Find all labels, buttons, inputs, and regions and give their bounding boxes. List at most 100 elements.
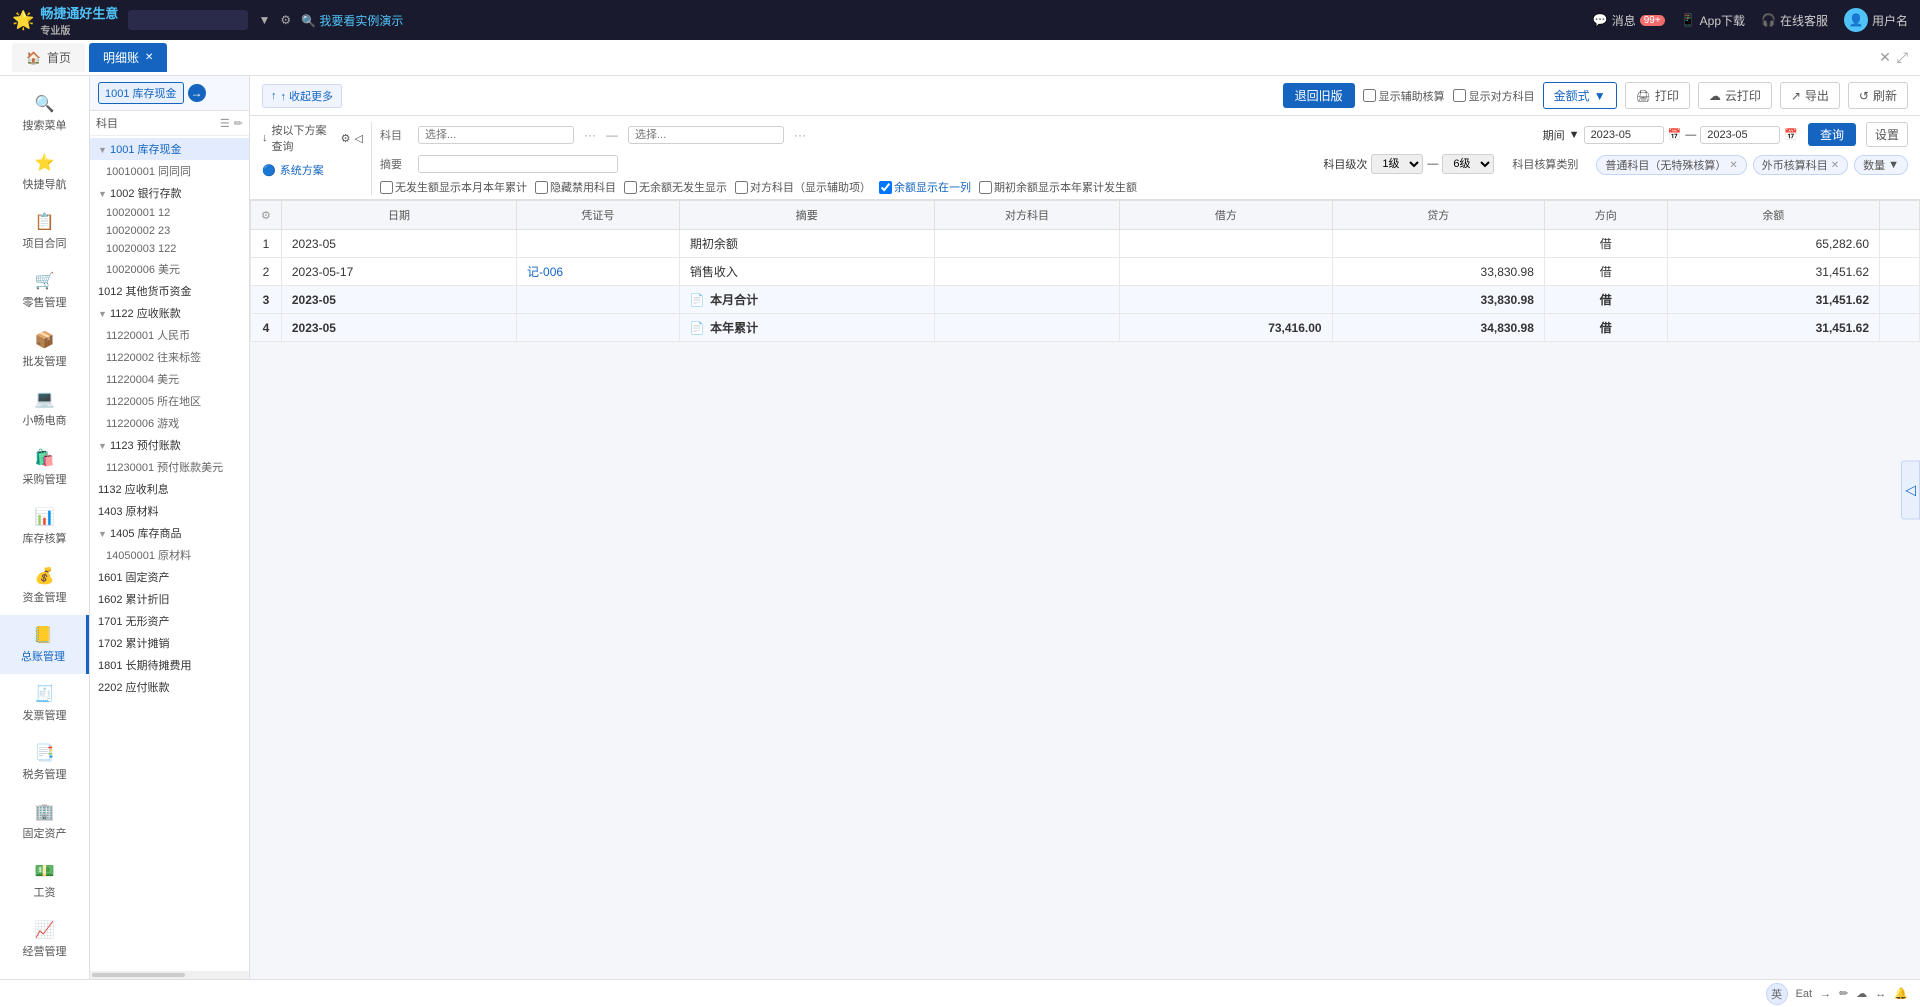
period-to-input[interactable] [1700,126,1780,144]
tree-node-1123[interactable]: ▼ 1123 预付账款 [90,434,249,456]
level-from-select[interactable]: 1级 [1371,154,1423,174]
tree-node-11220004[interactable]: 11220004 美元 [90,368,249,390]
sidebar-item-quick[interactable]: ⭐ 快捷导航 [0,143,89,202]
tree-node-1601[interactable]: 1601 固定资产 [90,566,249,588]
tree-node-10010001[interactable]: 10010001 同同同 [90,160,249,182]
avatar-area[interactable]: 👤 用户名 [1844,8,1908,32]
settings-icon[interactable]: ⚙ [280,13,291,27]
tree-node-1132[interactable]: 1132 应收利息 [90,478,249,500]
checkbox-no-balance[interactable]: 无发生额显示本月本年累计 [380,179,527,195]
tree-node-1405[interactable]: ▼ 1405 库存商品 [90,522,249,544]
tree-node-11220005[interactable]: 11220005 所在地区 [90,390,249,412]
tree-node-11220001[interactable]: 11220001 人民币 [90,324,249,346]
tree-node-2202[interactable]: 2202 应付账款 [90,676,249,698]
demo-link[interactable]: 🔍 我要看实例演示 [301,12,403,29]
checkbox-opening-balance[interactable]: 期初余额显示本年累计发生额 [979,179,1137,195]
sync-icon[interactable]: ↔ [1875,988,1886,1000]
checkbox-balance-one-col[interactable]: 余额显示在一列 [879,179,971,195]
tree-node-1002[interactable]: ▼ 1002 银行存款 [90,182,249,204]
refresh-btn[interactable]: ↺ 刷新 [1848,82,1908,109]
tree-node-11220006[interactable]: 11220006 游戏 [90,412,249,434]
tree-node-1001[interactable]: ▼ 1001 库存现金 [90,138,249,160]
sidebar-item-ecommerce[interactable]: 💻 小畅电商 [0,379,89,438]
subject-filter-input[interactable] [418,126,574,144]
sidebar-item-purchase[interactable]: 🛍️ 采购管理 [0,438,89,497]
tree-node-14050001[interactable]: 14050001 原材料 [90,544,249,566]
sidebar-item-finance[interactable]: 💰 资金管理 [0,556,89,615]
sidebar-item-retail[interactable]: 🛒 零售管理 [0,261,89,320]
tree-node-1701[interactable]: 1701 无形资产 [90,610,249,632]
checkbox-no-balance-show[interactable]: 无余额无发生显示 [624,179,727,195]
tab-close-btn[interactable]: ✕ [145,52,153,63]
app-download-btn[interactable]: 📱 App下载 [1681,12,1745,29]
show-aux-checkbox[interactable]: 显示辅助核算 [1363,88,1445,104]
tree-node-10020001[interactable]: 10020001 12 [90,204,249,222]
setting-btn[interactable]: 设置 [1866,122,1908,147]
period-dropdown-icon[interactable]: ▼ [1569,129,1580,141]
query-collapse-icon[interactable]: ◁ [355,132,363,145]
tree-node-10020003[interactable]: 10020003 122 [90,240,249,258]
row-voucher-2[interactable]: 记-006 [517,258,680,286]
tree-list-icon[interactable]: ☰ [220,117,230,130]
tree-node-1122[interactable]: ▼ 1122 应收账款 [90,302,249,324]
period-calendar-icon[interactable]: 📅 [1668,128,1682,141]
cloud-icon[interactable]: ☁ [1856,987,1867,1000]
summary-filter-input[interactable] [418,155,618,173]
period-to-calendar-icon[interactable]: 📅 [1784,128,1798,141]
tab-expand-btn[interactable]: ⤢ [1897,49,1908,66]
tree-node-1012[interactable]: 1012 其他货币资金 [90,280,249,302]
sidebar-item-project[interactable]: 📋 项目合同 [0,202,89,261]
sidebar-item-wholesale[interactable]: 📦 批发管理 [0,320,89,379]
format-btn[interactable]: 金额式 ▼ [1543,82,1617,109]
return-old-btn[interactable]: 退回旧版 [1283,83,1355,108]
expand-filter-btn[interactable]: ↑ ↑ 收起更多 [262,84,342,108]
sidebar-item-invoice[interactable]: 🧾 发票管理 [0,674,89,733]
tab-close-all-btn[interactable]: ✕ [1879,49,1891,66]
cloud-print-btn[interactable]: ☁ 云打印 [1698,82,1772,109]
show-contra-checkbox[interactable]: 显示对方科目 [1453,88,1535,104]
tab-home[interactable]: 🏠 首页 [12,43,85,72]
subject-filter-input2[interactable] [628,126,784,144]
sidebar-item-salary[interactable]: 💵 工资 [0,851,89,910]
sidebar-item-accounting[interactable]: 📒 总账管理 [0,615,89,674]
messages-btn[interactable]: 💬 消息 99+ [1593,12,1665,29]
period-from-input[interactable] [1584,126,1664,144]
level-to-select[interactable]: 6级 [1442,154,1494,174]
dropdown-icon[interactable]: ▼ [258,13,270,27]
sidebar-item-tax[interactable]: 📑 税务管理 [0,733,89,792]
checkbox-hide-disabled[interactable]: 隐藏禁用科目 [535,179,616,195]
tag-quantity-arrow[interactable]: ▼ [1888,159,1899,171]
edit-icon[interactable]: ✏ [1839,987,1848,1000]
tree-node-11230001[interactable]: 11230001 预付账款美元 [90,456,249,478]
solution-item[interactable]: 🔵 系统方案 [262,160,363,180]
query-settings-icon[interactable]: ⚙ [341,132,351,145]
sidebar-item-xiaochangbao[interactable]: 📝 小畅报销 [0,969,89,979]
tree-node-1801[interactable]: 1801 长期待摊费用 [90,654,249,676]
tree-node-1403[interactable]: 1403 原材料 [90,500,249,522]
tree-node-1702[interactable]: 1702 累计摊销 [90,632,249,654]
lang-btn[interactable]: 英 [1766,983,1788,1005]
right-collapse-btn[interactable]: ◁ [1901,460,1920,519]
sidebar-item-search[interactable]: 🔍 搜索菜单 [0,84,89,143]
tree-node-10020006[interactable]: 10020006 美元 [90,258,249,280]
tab-detail[interactable]: 明细账 ✕ [89,43,167,72]
print-btn[interactable]: 🖨 打印 [1625,82,1690,109]
search-btn[interactable]: 查询 [1808,123,1856,146]
sidebar-item-operations[interactable]: 📈 经营管理 [0,910,89,969]
top-search-input[interactable] [128,10,248,30]
checkbox-contra[interactable]: 对方科目（显示辅助项） [735,179,871,195]
voucher-link-2[interactable]: 记-006 [527,265,563,279]
export-btn[interactable]: ↗ 导出 [1780,82,1840,109]
tree-node-10020002[interactable]: 10020002 23 [90,222,249,240]
gear-icon[interactable]: ⚙ [261,210,271,222]
sidebar-item-inventory[interactable]: 📊 库存核算 [0,497,89,556]
tree-nav-btn[interactable]: → [188,84,206,102]
tree-node-11220002[interactable]: 11220002 往来标签 [90,346,249,368]
arrow-right-icon[interactable]: → [1820,988,1831,1000]
sidebar-item-fixed-assets[interactable]: 🏢 固定资产 [0,792,89,851]
bell-icon[interactable]: 🔔 [1894,987,1908,1000]
online-service-btn[interactable]: 🎧 在线客服 [1761,12,1828,29]
tree-edit-icon[interactable]: ✏ [234,117,243,130]
tag-foreign-remove-btn[interactable]: ✕ [1831,160,1839,171]
tag-normal-remove-btn[interactable]: ✕ [1729,160,1737,171]
